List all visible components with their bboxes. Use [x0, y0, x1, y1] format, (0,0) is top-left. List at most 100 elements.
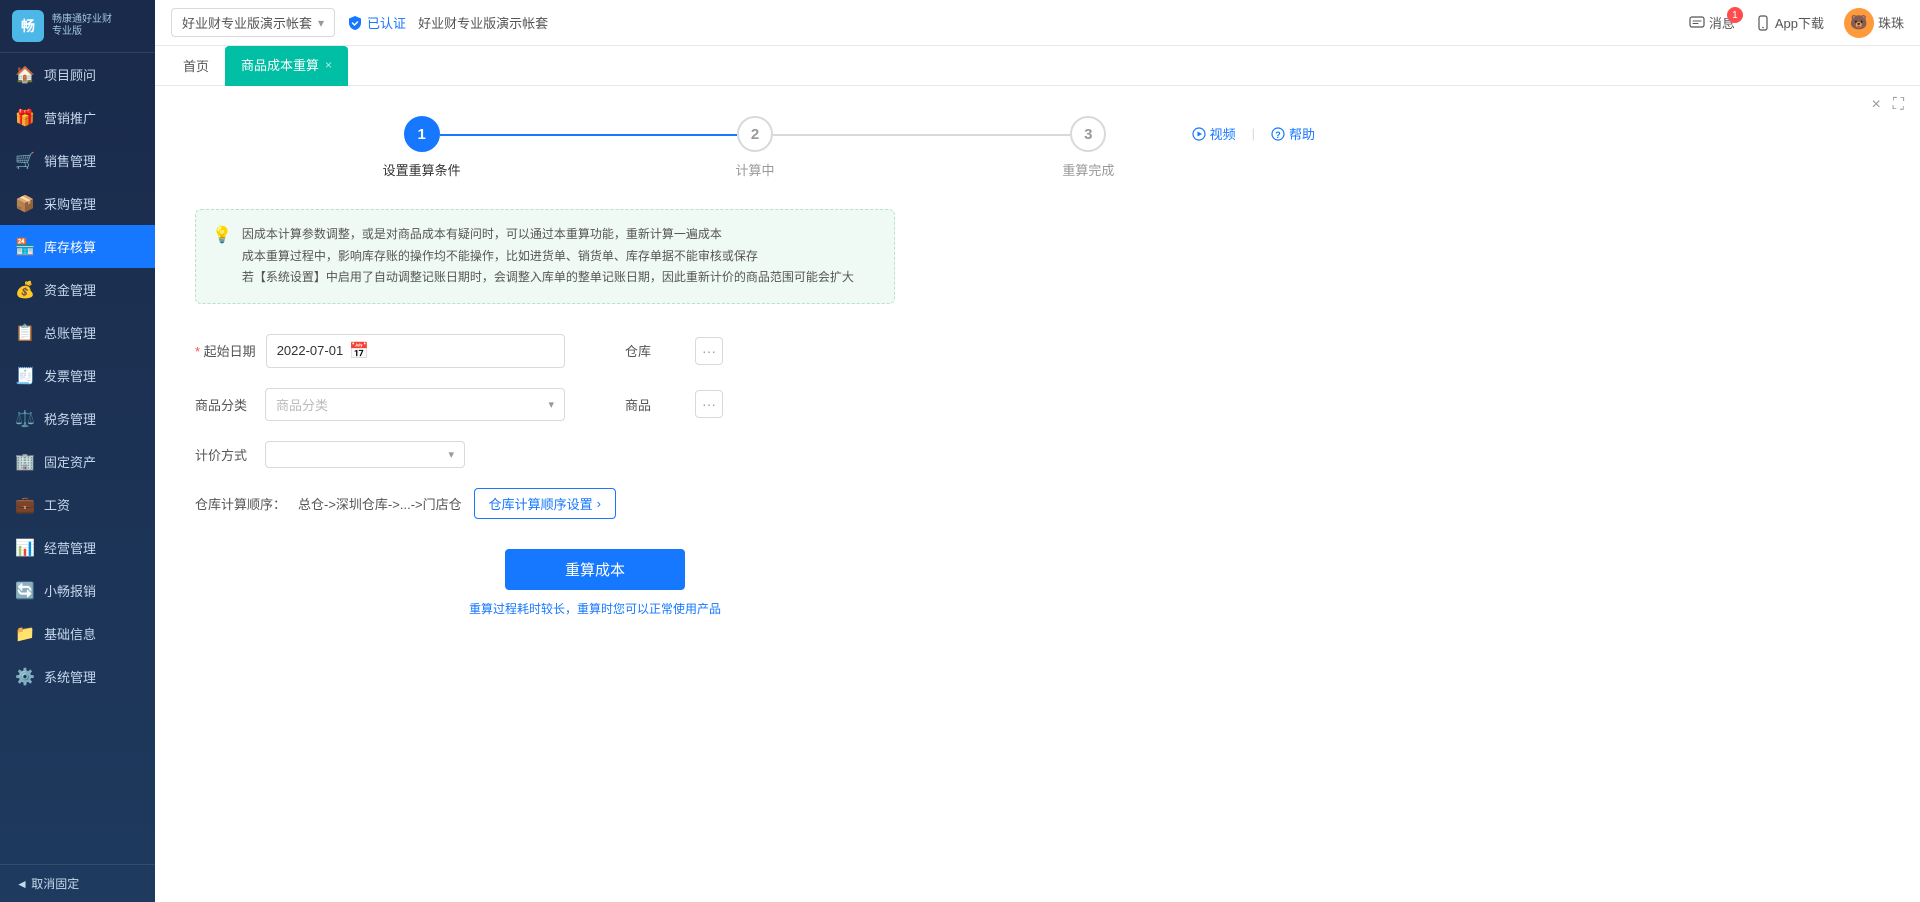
step-actions: 视频 | ? 帮助: [1192, 124, 1315, 143]
sidebar-item-sales[interactable]: 🛒 销售管理: [0, 139, 155, 182]
step-1-label: 设置重算条件: [383, 160, 461, 179]
app-download-action[interactable]: App下载: [1755, 13, 1824, 32]
fixedasset-icon: 🏢: [16, 453, 34, 471]
message-action[interactable]: 消息 1: [1689, 13, 1735, 32]
sales-icon: 🛒: [16, 152, 34, 170]
form-row-2: 商品分类 商品分类 ▾ 商品 ···: [195, 388, 995, 421]
sidebar-item-accounting[interactable]: 📋 总账管理: [0, 311, 155, 354]
operation-icon: 📊: [16, 539, 34, 557]
warehouse-order-value: 总仓->深圳仓库->...->门店仓: [298, 494, 462, 513]
phone-icon: [1755, 15, 1771, 31]
content-area: × ⛶ 1 设置重算条件 2 计算中: [155, 86, 1920, 902]
sidebar-item-inventory[interactable]: 🏪 库存核算: [0, 225, 155, 268]
sidebar-item-project[interactable]: 🏠 项目顾问: [0, 53, 155, 96]
sidebar-item-salary[interactable]: 💼 工资: [0, 483, 155, 526]
form-section: 起始日期 2022-07-01 📅 仓库 ··· 商品分类: [195, 334, 995, 617]
help-btn[interactable]: ? 帮助: [1271, 124, 1315, 143]
video-btn[interactable]: 视频: [1192, 124, 1236, 143]
tabbar: 首页 商品成本重算 ×: [155, 46, 1920, 86]
sidebar-item-purchase[interactable]: 📦 采购管理: [0, 182, 155, 225]
goods-label: 商品: [625, 395, 685, 414]
svg-text:?: ?: [1275, 130, 1281, 140]
project-icon: 🏠: [16, 66, 34, 84]
warehouse-order-label: 仓库计算顺序：: [195, 494, 286, 513]
sidebar-item-finance[interactable]: 💰 资金管理: [0, 268, 155, 311]
close-window-icon[interactable]: ×: [1871, 96, 1880, 114]
message-badge: 1: [1727, 7, 1743, 23]
company-name: 好业财专业版演示帐套: [418, 13, 548, 32]
topbar: 好业财专业版演示帐套 ▾ 已认证 好业财专业版演示帐套 消息 1: [155, 0, 1920, 46]
expense-icon: 🔄: [16, 582, 34, 600]
category-chevron-icon: ▾: [548, 398, 554, 411]
sidebar-pin-toggle[interactable]: ◄ 取消固定: [0, 864, 155, 902]
step-3-circle: 3: [1070, 116, 1106, 152]
tab-home[interactable]: 首页: [167, 46, 225, 86]
tab-cost-recalc[interactable]: 商品成本重算 ×: [225, 46, 348, 86]
form-item-goods: 商品 ···: [625, 390, 995, 418]
steps-indicator: 1 设置重算条件 2 计算中 3 重算完成: [195, 116, 1315, 179]
sidebar-item-fixedasset[interactable]: 🏢 固定资产: [0, 440, 155, 483]
start-date-label: 起始日期: [195, 341, 256, 360]
notice-content: 因成本计算参数调整，或是对商品成本有疑问时，可以通过本重算功能，重新计算一遍成本…: [242, 224, 854, 289]
form-item-category: 商品分类 商品分类 ▾: [195, 388, 565, 421]
start-date-input[interactable]: 2022-07-01 📅: [266, 334, 565, 368]
category-label: 商品分类: [195, 395, 255, 414]
calendar-icon[interactable]: 📅: [349, 341, 369, 361]
recalc-button[interactable]: 重算成本: [505, 549, 685, 590]
goods-select[interactable]: ···: [695, 390, 723, 418]
salary-icon: 💼: [16, 496, 34, 514]
message-icon: [1689, 15, 1705, 31]
marketing-icon: 🎁: [16, 109, 34, 127]
tab-close-icon[interactable]: ×: [325, 58, 332, 72]
main-area: 好业财专业版演示帐套 ▾ 已认证 好业财专业版演示帐套 消息 1: [155, 0, 1920, 902]
page-content: 1 设置重算条件 2 计算中 3 重算完成: [155, 86, 1355, 647]
purchase-icon: 📦: [16, 195, 34, 213]
step-1: 1 设置重算条件: [255, 116, 588, 179]
sidebar-item-basic[interactable]: 📁 基础信息: [0, 612, 155, 655]
warehouse-btn-chevron-icon: ›: [597, 496, 601, 511]
price-method-select[interactable]: ▾: [265, 441, 465, 468]
price-method-chevron-icon: ▾: [448, 448, 454, 461]
form-row-1: 起始日期 2022-07-01 📅 仓库 ···: [195, 334, 995, 368]
accounting-icon: 📋: [16, 324, 34, 342]
step-1-circle: 1: [404, 116, 440, 152]
tax-icon: ⚖️: [16, 410, 34, 428]
sidebar-item-system[interactable]: ⚙️ 系统管理: [0, 655, 155, 698]
sidebar-item-tax[interactable]: ⚖️ 税务管理: [0, 397, 155, 440]
finance-icon: 💰: [16, 281, 34, 299]
category-select[interactable]: 商品分类 ▾: [265, 388, 565, 421]
invoice-icon: 🧾: [16, 367, 34, 385]
step-2: 2 计算中: [588, 116, 921, 179]
logo-text: 畅康通好业财 专业版: [52, 14, 112, 38]
recalc-hint: 重算过程耗时较长，重算时您可以正常使用产品: [469, 600, 721, 617]
sidebar-item-invoice[interactable]: 🧾 发票管理: [0, 354, 155, 397]
sidebar-logo: 畅 畅康通好业财 专业版: [0, 0, 155, 53]
step-2-label: 计算中: [735, 160, 774, 179]
step-2-circle: 2: [737, 116, 773, 152]
company-selector-chevron: ▾: [318, 16, 324, 30]
user-action[interactable]: 🐻 珠珠: [1844, 8, 1904, 38]
play-icon: [1192, 127, 1206, 141]
sidebar: 畅 畅康通好业财 专业版 🏠 项目顾问 🎁 营销推广 🛒 销售管理 📦 采购管理…: [0, 0, 155, 902]
warehouse-select[interactable]: ···: [695, 337, 723, 365]
warehouse-order-row: 仓库计算顺序： 总仓->深圳仓库->...->门店仓 仓库计算顺序设置 ›: [195, 488, 995, 519]
sidebar-item-marketing[interactable]: 🎁 营销推广: [0, 96, 155, 139]
warehouse-order-btn[interactable]: 仓库计算顺序设置 ›: [474, 488, 616, 519]
topbar-right: 消息 1 App下载 🐻 珠珠: [1689, 8, 1904, 38]
form-item-warehouse: 仓库 ···: [625, 337, 995, 365]
inventory-icon: 🏪: [16, 238, 34, 256]
expand-window-icon[interactable]: ⛶: [1893, 96, 1904, 114]
system-icon: ⚙️: [16, 668, 34, 686]
window-controls: × ⛶: [1871, 96, 1904, 114]
bulb-icon: 💡: [212, 225, 232, 245]
price-method-label: 计价方式: [195, 445, 255, 464]
form-row-3: 计价方式 ▾: [195, 441, 995, 468]
notice-box: 💡 因成本计算参数调整，或是对商品成本有疑问时，可以通过本重算功能，重新计算一遍…: [195, 209, 895, 304]
sidebar-item-operation[interactable]: 📊 经营管理: [0, 526, 155, 569]
company-selector[interactable]: 好业财专业版演示帐套 ▾: [171, 8, 335, 37]
form-item-price-method: 计价方式 ▾: [195, 441, 995, 468]
step-3-label: 重算完成: [1062, 160, 1114, 179]
sidebar-item-expense[interactable]: 🔄 小畅报销: [0, 569, 155, 612]
avatar: 🐻: [1844, 8, 1874, 38]
help-icon: ?: [1271, 127, 1285, 141]
